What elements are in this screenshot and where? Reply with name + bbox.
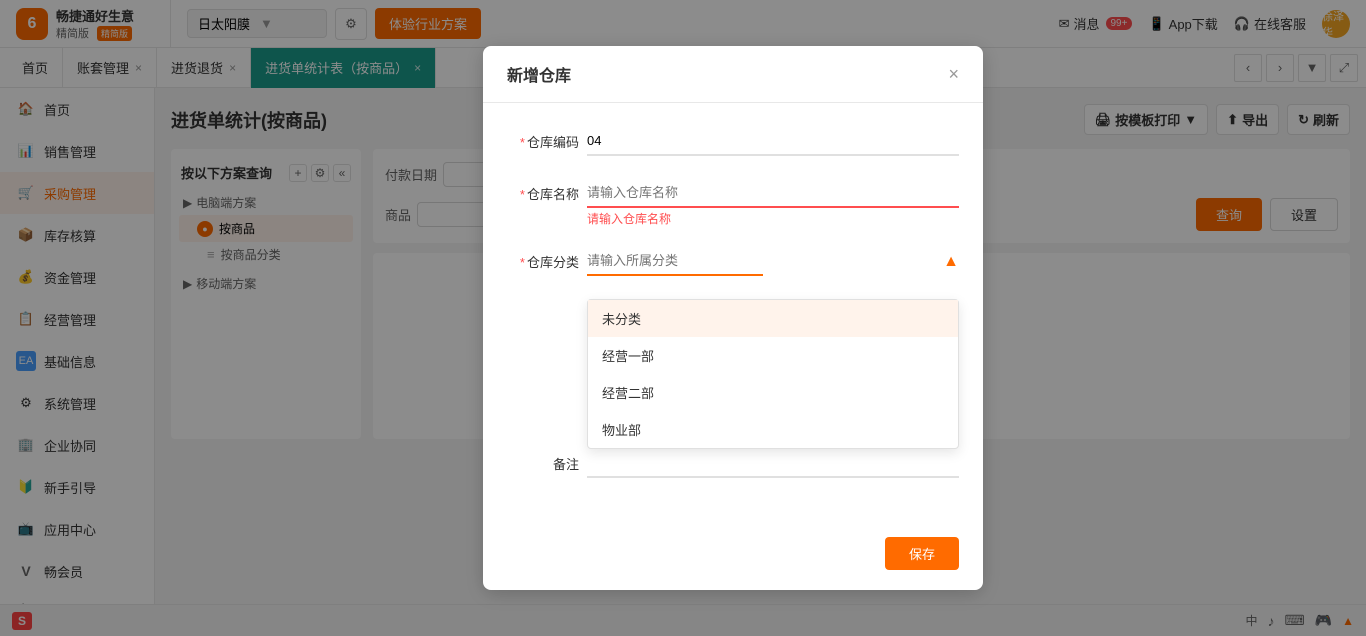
form-row-category: 仓库分类 ▲ [507, 247, 959, 279]
dropdown-item-uncategorized[interactable]: 未分类 [588, 300, 958, 337]
dropdown-item-dept2[interactable]: 经营二部 [588, 374, 958, 411]
notes-label: 备注 [507, 449, 587, 481]
name-label: 仓库名称 [507, 179, 587, 211]
form-row-notes: 备注 [507, 449, 959, 481]
form-row-code: 仓库编码 [507, 127, 959, 159]
category-dropdown-wrapper: 未分类 经营一部 经营二部 物业部 [507, 299, 959, 449]
form-row-name: 仓库名称 请输入仓库名称 [507, 179, 959, 227]
new-warehouse-modal: 新增仓库 × 仓库编码 仓库名称 请输入仓库名称 仓库分类 ▲ 未 [483, 46, 983, 590]
modal-close-button[interactable]: × [948, 65, 959, 83]
notes-input[interactable] [587, 449, 959, 478]
modal-footer: 保存 [483, 525, 983, 590]
code-label: 仓库编码 [507, 127, 587, 159]
category-toggle-icon[interactable]: ▲ [943, 253, 959, 271]
category-dropdown: 未分类 经营一部 经营二部 物业部 [587, 299, 959, 449]
name-error-message: 请输入仓库名称 [587, 210, 959, 227]
dropdown-item-property[interactable]: 物业部 [588, 411, 958, 448]
dropdown-item-dept1[interactable]: 经营一部 [588, 337, 958, 374]
warehouse-name-input[interactable] [587, 179, 959, 208]
modal-title: 新增仓库 [507, 62, 571, 86]
name-field-wrapper: 请输入仓库名称 [587, 179, 959, 227]
modal-header: 新增仓库 × [483, 46, 983, 103]
warehouse-code-input[interactable] [587, 127, 959, 156]
category-label: 仓库分类 [507, 247, 587, 279]
save-button[interactable]: 保存 [885, 537, 959, 570]
category-input-wrapper: ▲ [587, 247, 959, 276]
modal-body: 仓库编码 仓库名称 请输入仓库名称 仓库分类 ▲ 未分类 经营一部 经营二部 [483, 103, 983, 525]
category-input[interactable] [587, 247, 763, 276]
